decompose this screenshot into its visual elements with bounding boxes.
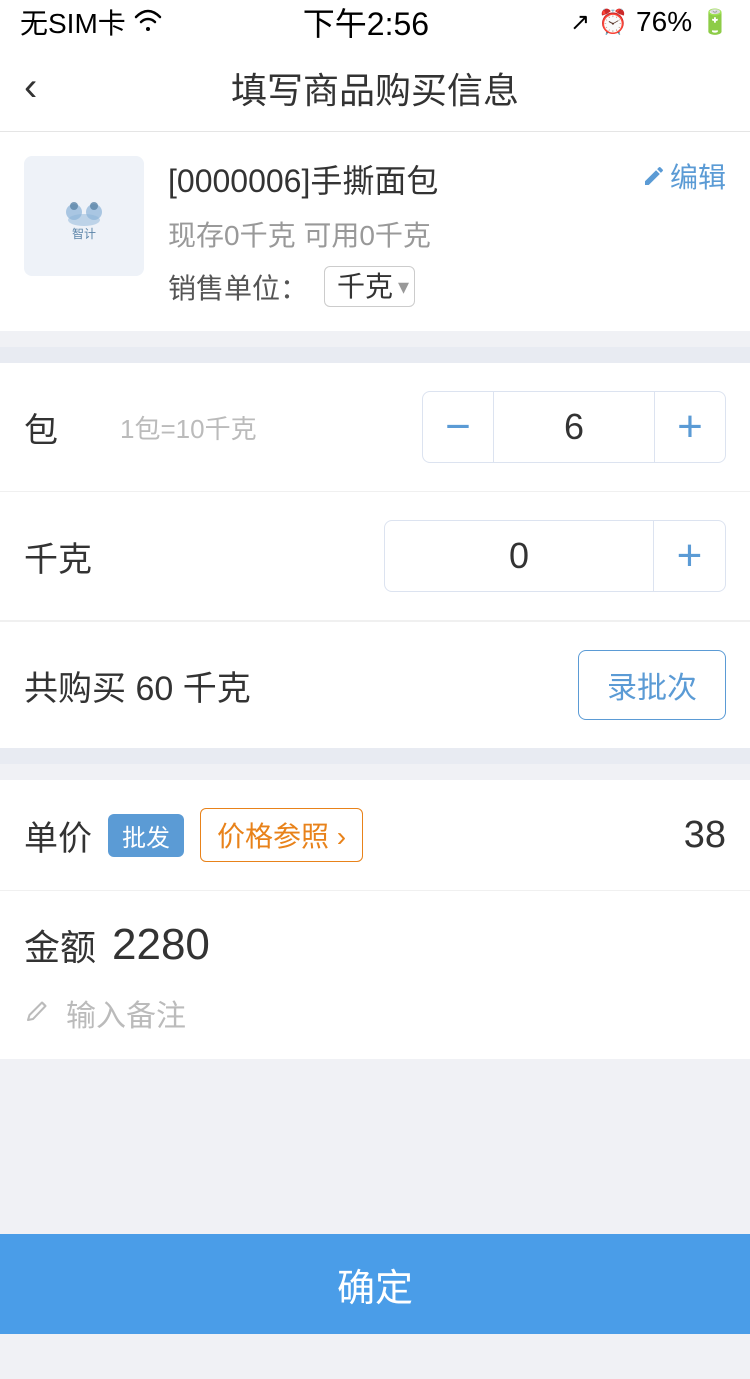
confirm-button[interactable]: 确定 [0, 1234, 750, 1334]
product-name-row: [0000006]手撕面包 编辑 [168, 156, 726, 202]
input-row-bao: 包 1包=10千克 − + [0, 363, 750, 492]
product-name: [0000006]手撕面包 [168, 156, 642, 202]
qty-control-kg: + [384, 520, 726, 592]
input-row-kg: 千克 + [0, 492, 750, 621]
label-kg: 千克 [24, 532, 104, 581]
product-unit-row: 销售单位： 千克 包 [168, 266, 726, 307]
remark-placeholder: 输入备注 [66, 991, 186, 1035]
price-label: 单价 [24, 811, 92, 860]
product-card: 智计 [0000006]手撕面包 编辑 现存0千克 可用0千克 销售单位： 千克… [0, 132, 750, 331]
qty-control-bao: − + [422, 391, 726, 463]
separator-1 [0, 347, 750, 363]
battery-icon: 🔋 [700, 8, 730, 37]
price-section: 单价 批发 价格参照 › 38 [0, 780, 750, 890]
status-time: 下午2:56 [303, 0, 429, 45]
qty-input-kg[interactable] [384, 520, 654, 592]
unit-label: 销售单位： [168, 267, 308, 307]
battery-label: 76% [636, 6, 692, 38]
page-title: 填写商品购买信息 [231, 62, 519, 114]
alarm-icon: ⏰ [598, 8, 628, 37]
batch-button[interactable]: 录批次 [578, 650, 726, 720]
label-bao: 包 [24, 403, 104, 452]
wifi-icon [134, 6, 162, 38]
product-info: [0000006]手撕面包 编辑 现存0千克 可用0千克 销售单位： 千克 包 [168, 156, 726, 307]
carrier-label: 无SIM卡 [20, 2, 126, 42]
amount-row: 金额 2280 [24, 919, 726, 971]
status-right: ↗ ⏰ 76% 🔋 [570, 6, 730, 38]
minus-button-bao[interactable]: − [422, 391, 494, 463]
product-thumbnail: 智计 [24, 156, 144, 276]
edit-button[interactable]: 编辑 [642, 156, 726, 196]
pencil-icon [24, 998, 54, 1028]
amount-label: 金额 [24, 919, 96, 971]
status-left: 无SIM卡 [20, 2, 162, 42]
plus-button-bao[interactable]: + [654, 391, 726, 463]
amount-value: 2280 [112, 920, 210, 970]
product-stock: 现存0千克 可用0千克 [168, 214, 726, 254]
unit-select-wrap[interactable]: 千克 包 [324, 266, 415, 307]
plus-button-kg[interactable]: + [654, 520, 726, 592]
back-button[interactable]: ‹ [24, 65, 37, 110]
amount-section: 金额 2280 输入备注 [0, 890, 750, 1059]
status-bar: 无SIM卡 下午2:56 ↗ ⏰ 76% 🔋 [0, 0, 750, 44]
price-row: 单价 批发 价格参照 › 38 [24, 808, 726, 862]
nav-bar: ‹ 填写商品购买信息 [0, 44, 750, 132]
location-icon: ↗ [570, 8, 590, 37]
price-tag: 批发 [108, 814, 184, 857]
summary-text: 共购买 60 千克 [24, 661, 251, 710]
input-section: 包 1包=10千克 − + 千克 + 共购买 60 千克 录批次 [0, 363, 750, 748]
summary-row: 共购买 60 千克 录批次 [0, 621, 750, 748]
separator-2 [0, 748, 750, 764]
remark-row[interactable]: 输入备注 [24, 971, 726, 1059]
price-value: 38 [684, 814, 726, 857]
hint-bao: 1包=10千克 [120, 409, 406, 446]
qty-input-bao[interactable] [494, 391, 654, 463]
unit-select[interactable]: 千克 包 [324, 266, 415, 307]
price-ref-button[interactable]: 价格参照 › [200, 808, 363, 862]
edit-label: 编辑 [670, 156, 726, 196]
svg-text:智计: 智计 [72, 226, 96, 241]
